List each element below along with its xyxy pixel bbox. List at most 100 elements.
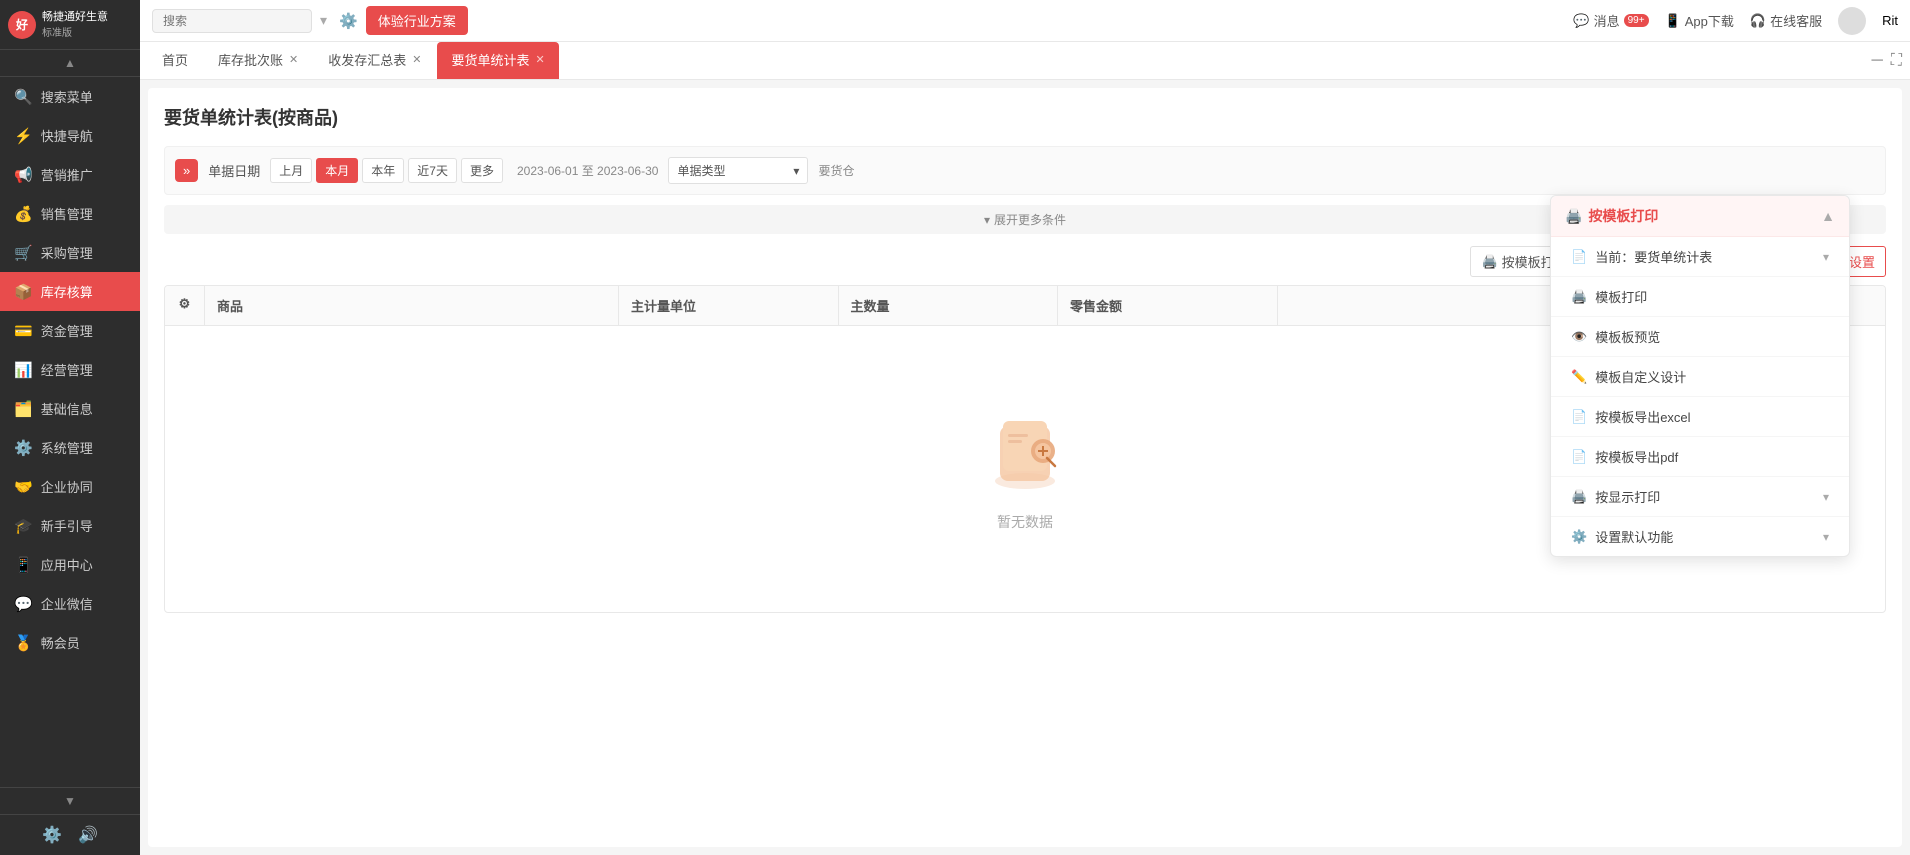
search-icon: 🔍 [14,88,33,106]
sidebar-item-wechat[interactable]: 💬 企业微信 [0,584,140,623]
sidebar-item-sales[interactable]: 💰 销售管理 [0,194,140,233]
filter-bar: » 单据日期 上月 本月 本年 近7天 更多 2023-06-01 至 2023… [164,146,1886,195]
date-btn-last-month[interactable]: 上月 [270,158,312,183]
sidebar-item-label: 新手引导 [41,516,93,535]
quick-icon: ⚡ [14,127,33,145]
app-download-label: App下载 [1685,11,1734,30]
finance-icon: 💳 [14,322,33,340]
sidebar-item-label: 库存核算 [41,282,93,301]
sidebar-item-corp[interactable]: 🤝 企业协同 [0,467,140,506]
template-export-excel-item[interactable]: 📄 按模板导出excel [1551,397,1849,437]
goods-filter-label: 要货仓 [818,162,854,179]
sidebar-item-member[interactable]: 🏅 畅会员 [0,623,140,662]
sidebar-item-label: 企业微信 [41,594,93,613]
display-print-arrow: ▾ [1823,490,1829,504]
th-settings[interactable]: ⚙ [165,286,205,325]
th-goods: 商品 [205,286,619,325]
sidebar-item-label: 畅会员 [41,633,80,652]
template-design-item[interactable]: ✏️ 模板自定义设计 [1551,357,1849,397]
tab-label: 库存批次账 [218,50,283,69]
sidebar-logo: 好 畅捷通好生意 标准版 [0,0,140,50]
sidebar-item-purchase[interactable]: 🛒 采购管理 [0,233,140,272]
online-service-btn[interactable]: 🎧 在线客服 [1750,11,1822,30]
tab-bar-right: ─ ⛶ [1871,52,1902,70]
print-dropdown-icon: 🖨️ [1565,208,1582,225]
date-btn-more[interactable]: 更多 [461,158,503,183]
app-logo-icon: 好 [8,11,36,39]
tab-close-batch[interactable]: ✕ [289,53,298,66]
sidebar-item-appstore[interactable]: 📱 应用中心 [0,545,140,584]
tab-bar: 首页 库存批次账 ✕ 收发存汇总表 ✕ 要货单统计表 ✕ ─ ⛶ [140,42,1910,80]
sidebar-nav: 🔍 搜索菜单 ⚡ 快捷导航 📢 营销推广 💰 销售管理 🛒 采购管理 📦 库存核… [0,77,140,787]
template-export-pdf-icon: 📄 [1571,449,1587,465]
sidebar-item-inventory[interactable]: 📦 库存核算 [0,272,140,311]
set-default-item[interactable]: ⚙️ 设置默认功能 ▾ [1551,517,1849,556]
sidebar-item-label: 快捷导航 [41,126,93,145]
tab-minimize-icon[interactable]: ─ [1871,52,1882,70]
sidebar-item-label: 系统管理 [41,438,93,457]
tab-receipt[interactable]: 收发存汇总表 ✕ [314,42,435,79]
settings-icon[interactable]: ⚙️ [339,12,358,30]
scroll-up-arrow[interactable]: ▲ [62,54,78,72]
sidebar-item-label: 应用中心 [41,555,93,574]
date-btn-this-year[interactable]: 本年 [362,158,404,183]
tab-expand-icon[interactable]: ⛶ [1891,52,1902,70]
service-icon: 🎧 [1750,13,1766,29]
type-filter[interactable]: 单据类型 ▾ [668,157,808,184]
appstore-icon: 📱 [14,556,33,574]
template-preview-icon: 👁️ [1571,329,1587,345]
settings-bottom-icon[interactable]: ⚙️ [42,825,62,845]
tab-label: 收发存汇总表 [328,50,406,69]
print-dropdown: 🖨️ 按模板打印 ▲ 📄 当前：要货单统计表 ▾ 🖨️ 模板打印 👁️ 模板板预… [1550,195,1850,557]
sidebar-item-operation[interactable]: 📊 经营管理 [0,350,140,389]
sidebar-item-basic[interactable]: 🗂️ 基础信息 [0,389,140,428]
app-download-btn[interactable]: 📱 App下载 [1665,11,1734,30]
template-export-pdf-label: 按模板导出pdf [1595,447,1678,466]
tab-requisition[interactable]: 要货单统计表 ✕ [437,42,558,79]
sidebar: 好 畅捷通好生意 标准版 ▲ 🔍 搜索菜单 ⚡ 快捷导航 📢 营销推广 💰 销售… [0,0,140,855]
dropdown-title: 按模板打印 [1588,206,1658,226]
sidebar-item-search[interactable]: 🔍 搜索菜单 [0,77,140,116]
message-btn[interactable]: 💬 消息 99+ [1573,11,1648,30]
template-preview-item[interactable]: 👁️ 模板板预览 [1551,317,1849,357]
tab-close-requisition[interactable]: ✕ [536,53,545,66]
sidebar-bottom: ⚙️ 🔊 [0,814,140,855]
user-name: Rit [1882,13,1898,28]
operation-icon: 📊 [14,361,33,379]
sidebar-item-label: 资金管理 [41,321,93,340]
sound-icon[interactable]: 🔊 [78,825,98,845]
sidebar-item-marketing[interactable]: 📢 营销推广 [0,155,140,194]
date-btn-this-month[interactable]: 本月 [316,158,358,183]
scroll-down-arrow[interactable]: ▼ [62,792,78,810]
dropdown-close-btn[interactable]: ▲ [1821,208,1835,224]
expand-filter-btn[interactable]: » [175,159,198,182]
search-dropdown-icon[interactable]: ▾ [320,12,327,29]
template-print-icon: 🖨️ [1571,289,1587,305]
sidebar-item-quicknav[interactable]: ⚡ 快捷导航 [0,116,140,155]
avatar[interactable] [1838,7,1866,35]
display-print-item[interactable]: 🖨️ 按显示打印 ▾ [1551,477,1849,517]
sidebar-item-finance[interactable]: 💳 资金管理 [0,311,140,350]
tab-batch[interactable]: 库存批次账 ✕ [204,42,312,79]
industry-btn[interactable]: 体验行业方案 [366,6,468,35]
empty-text: 暂无数据 [997,512,1053,532]
template-export-pdf-item[interactable]: 📄 按模板导出pdf [1551,437,1849,477]
tab-close-receipt[interactable]: ✕ [412,53,421,66]
download-icon: 📱 [1665,13,1681,29]
sidebar-item-guide[interactable]: 🎓 新手引导 [0,506,140,545]
sidebar-item-system[interactable]: ⚙️ 系统管理 [0,428,140,467]
type-dropdown-icon: ▾ [793,164,799,178]
template-print-item[interactable]: 🖨️ 模板打印 [1551,277,1849,317]
tab-home[interactable]: 首页 [148,42,202,79]
marketing-icon: 📢 [14,166,33,184]
sidebar-item-label: 经营管理 [41,360,93,379]
sidebar-item-label: 企业协同 [41,477,93,496]
search-input[interactable] [152,9,312,33]
app-sub: 标准版 [42,24,108,39]
template-print-label: 模板打印 [1595,287,1647,306]
sidebar-item-label: 搜索菜单 [41,87,93,106]
current-template-item[interactable]: 📄 当前：要货单统计表 ▾ [1551,237,1849,277]
current-template-icon: 📄 [1571,249,1587,265]
date-btn-7days[interactable]: 近7天 [408,158,457,183]
sales-icon: 💰 [14,205,33,223]
